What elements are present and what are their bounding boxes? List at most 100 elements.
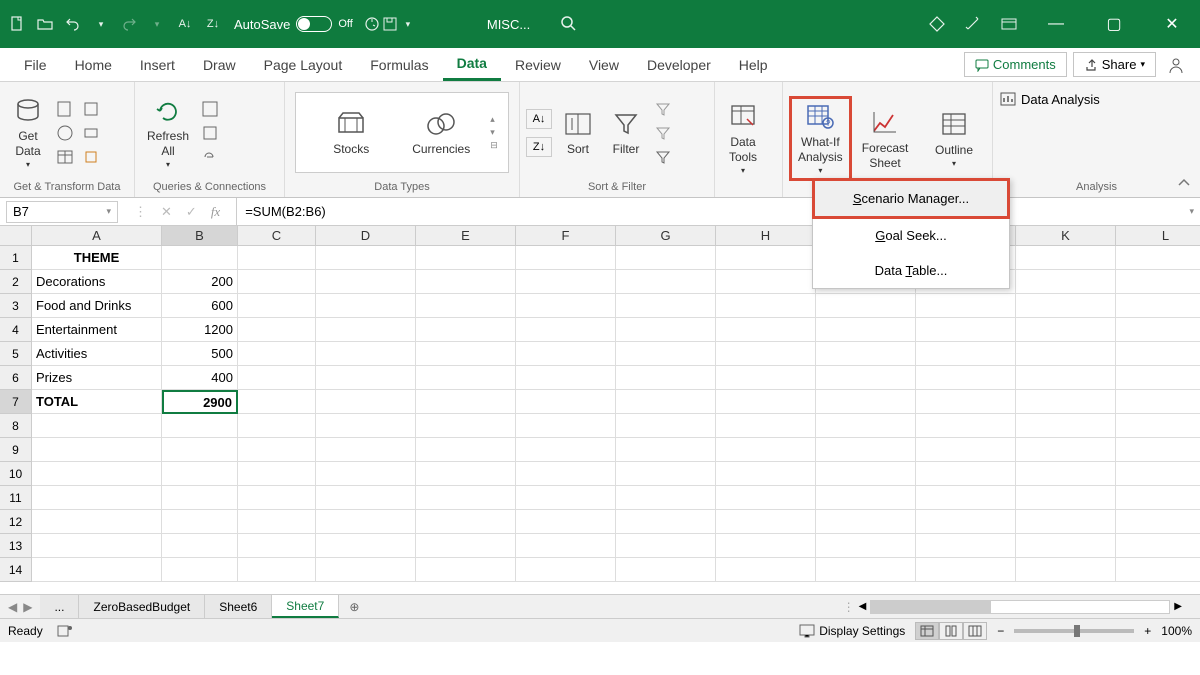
cell-E8[interactable] <box>416 414 516 438</box>
open-file-icon[interactable] <box>36 15 54 33</box>
cell-H8[interactable] <box>716 414 816 438</box>
cell-B3[interactable]: 600 <box>162 294 238 318</box>
data-source-icon[interactable] <box>80 147 102 167</box>
cell-F9[interactable] <box>516 438 616 462</box>
scroll-down-icon[interactable]: ▾ <box>490 127 498 138</box>
formula-input[interactable]: =SUM(B2:B6) <box>236 198 1183 225</box>
reapply-icon[interactable] <box>652 123 674 143</box>
cell-I5[interactable] <box>816 342 916 366</box>
cell-G11[interactable] <box>616 486 716 510</box>
cell-H7[interactable] <box>716 390 816 414</box>
enter-icon[interactable]: ✓ <box>186 204 197 220</box>
cell-D13[interactable] <box>316 534 416 558</box>
cell-H1[interactable] <box>716 246 816 270</box>
col-header-E[interactable]: E <box>416 226 516 245</box>
cell-E14[interactable] <box>416 558 516 582</box>
cell-C8[interactable] <box>238 414 316 438</box>
cell-B14[interactable] <box>162 558 238 582</box>
cell-A6[interactable]: Prizes <box>32 366 162 390</box>
cell-C13[interactable] <box>238 534 316 558</box>
data-analysis-button[interactable]: Data Analysis <box>999 90 1100 108</box>
cell-D9[interactable] <box>316 438 416 462</box>
cell-B13[interactable] <box>162 534 238 558</box>
cell-L13[interactable] <box>1116 534 1200 558</box>
cancel-icon[interactable]: ✕ <box>161 204 172 220</box>
tab-help[interactable]: Help <box>725 48 782 81</box>
cell-H14[interactable] <box>716 558 816 582</box>
col-header-C[interactable]: C <box>238 226 316 245</box>
queries-conn-icon[interactable] <box>199 99 221 119</box>
cell-A7[interactable]: TOTAL <box>32 390 162 414</box>
stocks-button[interactable]: Stocks <box>306 106 396 158</box>
row-header-11[interactable]: 11 <box>0 486 32 510</box>
cell-H3[interactable] <box>716 294 816 318</box>
cell-F1[interactable] <box>516 246 616 270</box>
properties-icon[interactable] <box>199 123 221 143</box>
cell-B12[interactable] <box>162 510 238 534</box>
cell-C7[interactable] <box>238 390 316 414</box>
cell-B5[interactable]: 500 <box>162 342 238 366</box>
cell-I3[interactable] <box>816 294 916 318</box>
undo-dropdown-icon[interactable]: ▾ <box>92 15 110 33</box>
cell-E4[interactable] <box>416 318 516 342</box>
row-header-13[interactable]: 13 <box>0 534 32 558</box>
cell-I10[interactable] <box>816 462 916 486</box>
existing-conn-icon[interactable] <box>80 123 102 143</box>
display-settings-button[interactable]: Display Settings <box>799 624 905 638</box>
menu-goal-seek[interactable]: Goal Seek... <box>813 218 1009 253</box>
cell-C14[interactable] <box>238 558 316 582</box>
cell-A10[interactable] <box>32 462 162 486</box>
view-page-layout-button[interactable] <box>939 622 963 640</box>
col-header-H[interactable]: H <box>716 226 816 245</box>
row-header-2[interactable]: 2 <box>0 270 32 294</box>
cell-I11[interactable] <box>816 486 916 510</box>
cell-H4[interactable] <box>716 318 816 342</box>
outline-button[interactable]: Outline ▾ <box>929 107 979 171</box>
cell-H2[interactable] <box>716 270 816 294</box>
refresh-all-button[interactable]: Refresh All ▾ <box>141 93 195 171</box>
cell-I12[interactable] <box>816 510 916 534</box>
share-button[interactable]: Share ▾ <box>1073 52 1156 77</box>
cell-H9[interactable] <box>716 438 816 462</box>
cell-D10[interactable] <box>316 462 416 486</box>
maximize-button[interactable]: ▢ <box>1094 14 1134 34</box>
cell-L2[interactable] <box>1116 270 1200 294</box>
tab-insert[interactable]: Insert <box>126 48 189 81</box>
cell-K6[interactable] <box>1016 366 1116 390</box>
col-header-A[interactable]: A <box>32 226 162 245</box>
cell-C4[interactable] <box>238 318 316 342</box>
row-header-4[interactable]: 4 <box>0 318 32 342</box>
cell-D1[interactable] <box>316 246 416 270</box>
cell-K12[interactable] <box>1016 510 1116 534</box>
cell-F3[interactable] <box>516 294 616 318</box>
wand-icon[interactable] <box>964 15 982 33</box>
cell-J12[interactable] <box>916 510 1016 534</box>
expand-icon[interactable]: ⊟ <box>490 140 498 151</box>
sheet-tab-sheet7[interactable]: Sheet7 <box>272 595 339 618</box>
cell-K2[interactable] <box>1016 270 1116 294</box>
data-tools-button[interactable]: Data Tools ▾ <box>721 99 765 177</box>
cell-K10[interactable] <box>1016 462 1116 486</box>
cell-J10[interactable] <box>916 462 1016 486</box>
cell-I14[interactable] <box>816 558 916 582</box>
advanced-icon[interactable] <box>652 147 674 167</box>
split-handle-icon[interactable]: ⋮ <box>843 600 855 614</box>
cell-C10[interactable] <box>238 462 316 486</box>
cell-D3[interactable] <box>316 294 416 318</box>
ribbon-mode-icon[interactable] <box>1000 15 1018 33</box>
cell-G5[interactable] <box>616 342 716 366</box>
menu-scenario-manager[interactable]: Scenario Manager... <box>812 178 1010 219</box>
tab-page-layout[interactable]: Page Layout <box>250 48 357 81</box>
scroll-up-icon[interactable]: ▴ <box>490 114 498 125</box>
cell-E12[interactable] <box>416 510 516 534</box>
cell-F13[interactable] <box>516 534 616 558</box>
cell-F11[interactable] <box>516 486 616 510</box>
grid-body[interactable]: 1THEME2Decorations2003Food and Drinks600… <box>0 246 1200 582</box>
cell-E2[interactable] <box>416 270 516 294</box>
col-header-L[interactable]: L <box>1116 226 1200 245</box>
toggle-switch-icon[interactable] <box>296 16 332 32</box>
diamond-icon[interactable] <box>928 15 946 33</box>
cell-L14[interactable] <box>1116 558 1200 582</box>
cell-B9[interactable] <box>162 438 238 462</box>
fx-icon[interactable]: fx <box>211 204 220 220</box>
